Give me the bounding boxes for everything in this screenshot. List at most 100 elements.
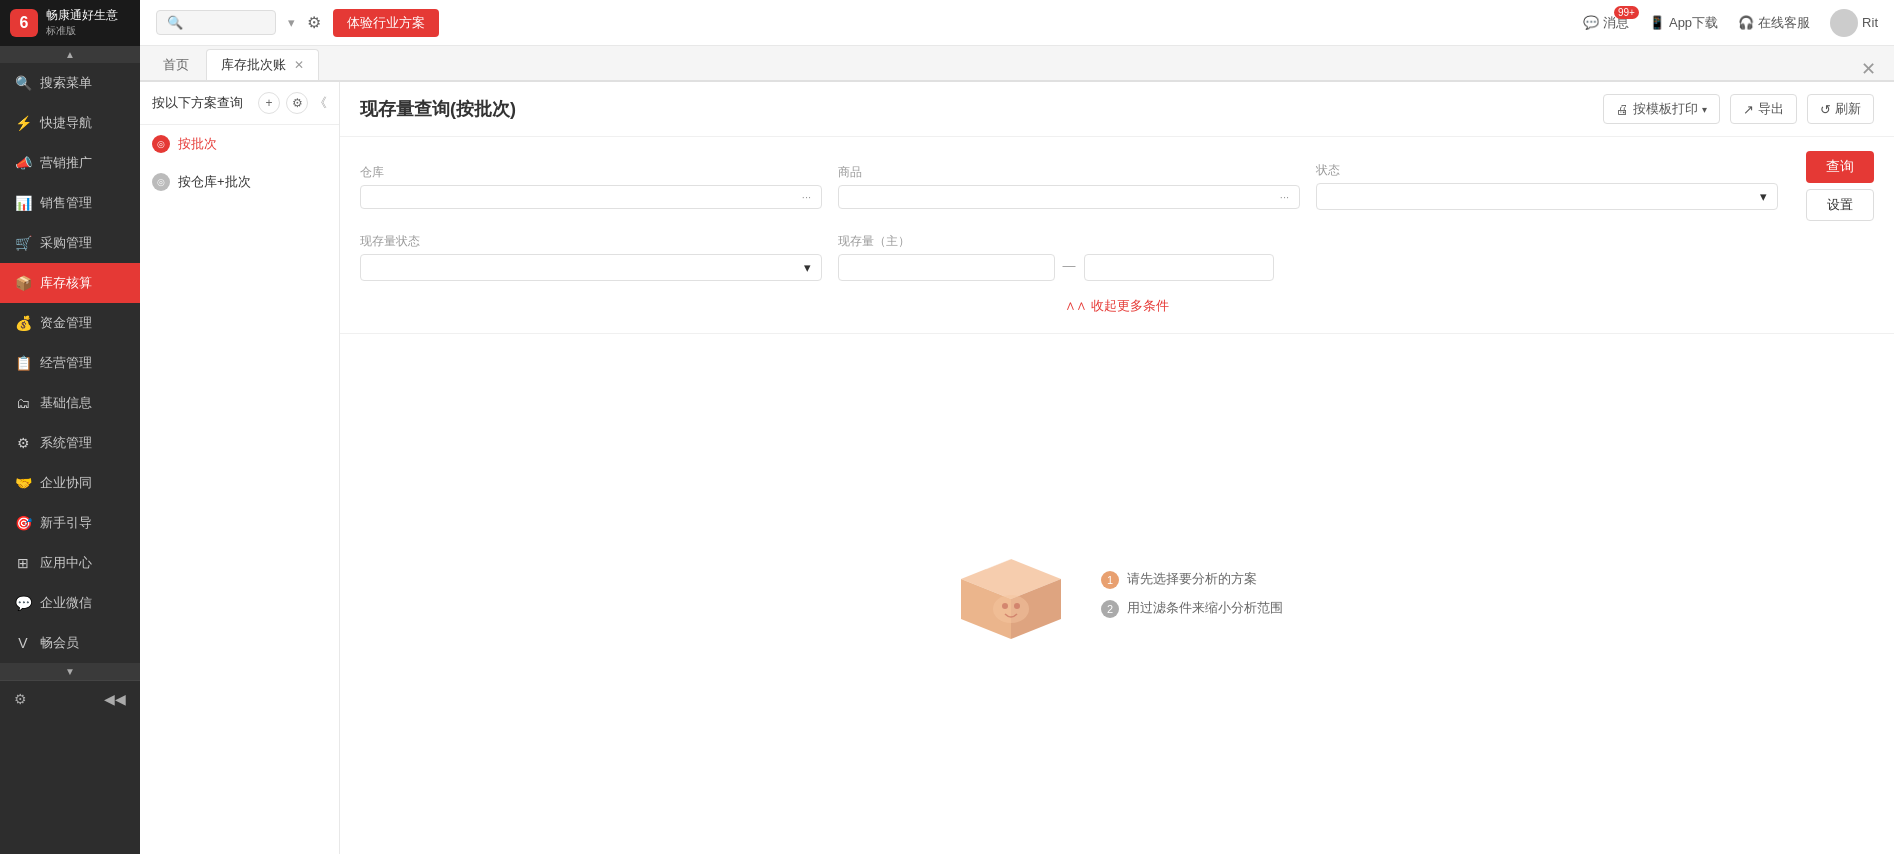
- sidebar-item-label: 企业微信: [40, 594, 92, 612]
- sidebar-item-label: 新手引导: [40, 514, 92, 532]
- tab-close-icon[interactable]: ✕: [294, 58, 304, 72]
- content-area: 按以下方案查询 + ⚙ 《 ◎ 按批次 ◎ 按仓库+批次: [140, 82, 1894, 854]
- user-profile-button[interactable]: Rit: [1830, 9, 1878, 37]
- member-icon: V: [14, 634, 32, 652]
- stock-main-to[interactable]: [1084, 254, 1274, 281]
- sidebar-item-sales[interactable]: 📊 销售管理: [0, 183, 140, 223]
- topbar-search-box[interactable]: 🔍: [156, 10, 276, 35]
- warehouse-label: 仓库: [360, 164, 822, 181]
- product-more-icon[interactable]: ···: [1280, 191, 1289, 203]
- print-button[interactable]: 🖨 按模板打印 ▾: [1603, 94, 1720, 124]
- batch-scheme-icon: ◎: [152, 135, 170, 153]
- online-service-button[interactable]: 🎧 在线客服: [1738, 14, 1810, 32]
- page-header: 现存量查询(按批次) 🖨 按模板打印 ▾ ↗ 导出 ↺ 刷新: [340, 82, 1894, 137]
- warehouse-more-icon[interactable]: ···: [802, 191, 811, 203]
- sidebar-brand: 畅康通好生意 标准版: [46, 8, 118, 38]
- collapse-label: 收起更多条件: [1091, 298, 1169, 313]
- message-badge: 99+: [1614, 6, 1639, 19]
- sidebar-item-label: 企业协同: [40, 474, 92, 492]
- system-icon: ⚙: [14, 434, 32, 452]
- stock-status-filter: 现存量状态 ▾: [360, 233, 822, 281]
- avatar: [1830, 9, 1858, 37]
- close-all-button[interactable]: ✕: [1851, 58, 1886, 80]
- sidebar-scroll-down[interactable]: ▼: [0, 663, 140, 680]
- stock-range-separator: —: [1063, 242, 1076, 273]
- sidebar-item-operations[interactable]: 📋 经营管理: [0, 343, 140, 383]
- refresh-button[interactable]: ↺ 刷新: [1807, 94, 1874, 124]
- warehouse-filter: 仓库 ···: [360, 164, 822, 209]
- sidebar-item-search[interactable]: 🔍 搜索菜单: [0, 63, 140, 103]
- app-download-button[interactable]: 📱 App下载: [1649, 14, 1718, 32]
- settings-scheme-button[interactable]: ⚙: [286, 92, 308, 114]
- tab-close-all: ✕: [1851, 58, 1886, 80]
- query-section: 查询 设置: [1794, 151, 1874, 221]
- settings-button[interactable]: 设置: [1806, 189, 1874, 221]
- print-label: 按模板打印: [1633, 100, 1698, 118]
- sidebar-item-purchase[interactable]: 🛒 采购管理: [0, 223, 140, 263]
- tab-inventory-batch[interactable]: 库存批次账 ✕: [206, 49, 319, 80]
- sidebar-settings-button[interactable]: ⚙: [14, 691, 27, 707]
- refresh-label: 刷新: [1835, 100, 1861, 118]
- sidebar-footer: ⚙ ◀◀: [0, 680, 140, 717]
- step-1-number: 1: [1101, 571, 1119, 589]
- sidebar-item-label: 系统管理: [40, 434, 92, 452]
- product-filter: 商品 ···: [838, 164, 1300, 209]
- sidebar-item-apps[interactable]: ⊞ 应用中心: [0, 543, 140, 583]
- sidebar: 6 畅康通好生意 标准版 ▲ 🔍 搜索菜单 ⚡ 快捷导航 📣 营销推广 📊 销售…: [0, 0, 140, 854]
- sidebar-collapse-button[interactable]: ◀◀: [104, 691, 126, 707]
- print-dropdown-icon[interactable]: ▾: [1702, 104, 1707, 115]
- sidebar-item-newbie[interactable]: 🎯 新手引导: [0, 503, 140, 543]
- sidebar-item-wechat[interactable]: 💬 企业微信: [0, 583, 140, 623]
- scheme-item-by-warehouse-batch[interactable]: ◎ 按仓库+批次: [140, 163, 339, 201]
- status-arrow: ▾: [1760, 189, 1767, 204]
- industry-solution-button[interactable]: 体验行业方案: [333, 9, 439, 37]
- sidebar-item-marketing[interactable]: 📣 营销推广: [0, 143, 140, 183]
- left-panel-actions: + ⚙ 《: [258, 92, 327, 114]
- sidebar-item-label: 基础信息: [40, 394, 92, 412]
- sidebar-item-finance[interactable]: 💰 资金管理: [0, 303, 140, 343]
- tab-bar: 首页 库存批次账 ✕ ✕: [140, 46, 1894, 82]
- sidebar-item-enterprise[interactable]: 🤝 企业协同: [0, 463, 140, 503]
- sidebar-item-member[interactable]: V 畅会员: [0, 623, 140, 663]
- dropdown-arrow[interactable]: ▾: [288, 15, 295, 30]
- svg-point-6: [1014, 603, 1020, 609]
- tab-home[interactable]: 首页: [148, 49, 204, 80]
- settings-gear[interactable]: ⚙: [307, 13, 321, 32]
- query-button[interactable]: 查询: [1806, 151, 1874, 183]
- stock-status-label: 现存量状态: [360, 233, 822, 250]
- product-input[interactable]: ···: [838, 185, 1300, 209]
- sidebar-item-basic[interactable]: 🗂 基础信息: [0, 383, 140, 423]
- warehouse-input[interactable]: ···: [360, 185, 822, 209]
- topbar: 🔍 ▾ ⚙ 体验行业方案 💬 消息 99+ 📱 App下载 🎧 在线客服 Rit: [140, 0, 1894, 46]
- scheme-label-by-batch: 按批次: [178, 135, 217, 153]
- stock-main-from[interactable]: [838, 254, 1055, 281]
- sidebar-item-system[interactable]: ⚙ 系统管理: [0, 423, 140, 463]
- collapse-filter-button[interactable]: ∧∧ 收起更多条件: [360, 293, 1874, 319]
- sidebar-scroll-up[interactable]: ▲: [0, 46, 140, 63]
- scheme-item-by-batch[interactable]: ◎ 按批次: [140, 125, 339, 163]
- status-select[interactable]: ▾: [1316, 183, 1778, 210]
- search-icon: 🔍: [14, 74, 32, 92]
- export-button[interactable]: ↗ 导出: [1730, 94, 1797, 124]
- message-button[interactable]: 💬 消息 99+: [1583, 14, 1629, 32]
- sidebar-item-label: 快捷导航: [40, 114, 92, 132]
- sidebar-item-quick-nav[interactable]: ⚡ 快捷导航: [0, 103, 140, 143]
- status-filter: 状态 ▾: [1316, 162, 1778, 210]
- sidebar-item-label: 资金管理: [40, 314, 92, 332]
- add-scheme-button[interactable]: +: [258, 92, 280, 114]
- sidebar-item-inventory[interactable]: 📦 库存核算: [0, 263, 140, 303]
- stock-status-select[interactable]: ▾: [360, 254, 822, 281]
- operations-icon: 📋: [14, 354, 32, 372]
- tab-home-label: 首页: [163, 57, 189, 72]
- sidebar-item-label: 库存核算: [40, 274, 92, 292]
- right-panel: 现存量查询(按批次) 🖨 按模板打印 ▾ ↗ 导出 ↺ 刷新: [340, 82, 1894, 854]
- empty-illustration: [951, 534, 1071, 654]
- sidebar-item-label: 搜索菜单: [40, 74, 92, 92]
- inventory-icon: 📦: [14, 274, 32, 292]
- refresh-icon: ↺: [1820, 102, 1831, 117]
- step-2-number: 2: [1101, 600, 1119, 618]
- online-service-label: 在线客服: [1758, 14, 1810, 32]
- sidebar-item-label: 畅会员: [40, 634, 79, 652]
- collapse-left-button[interactable]: 《: [314, 94, 327, 112]
- newbie-icon: 🎯: [14, 514, 32, 532]
